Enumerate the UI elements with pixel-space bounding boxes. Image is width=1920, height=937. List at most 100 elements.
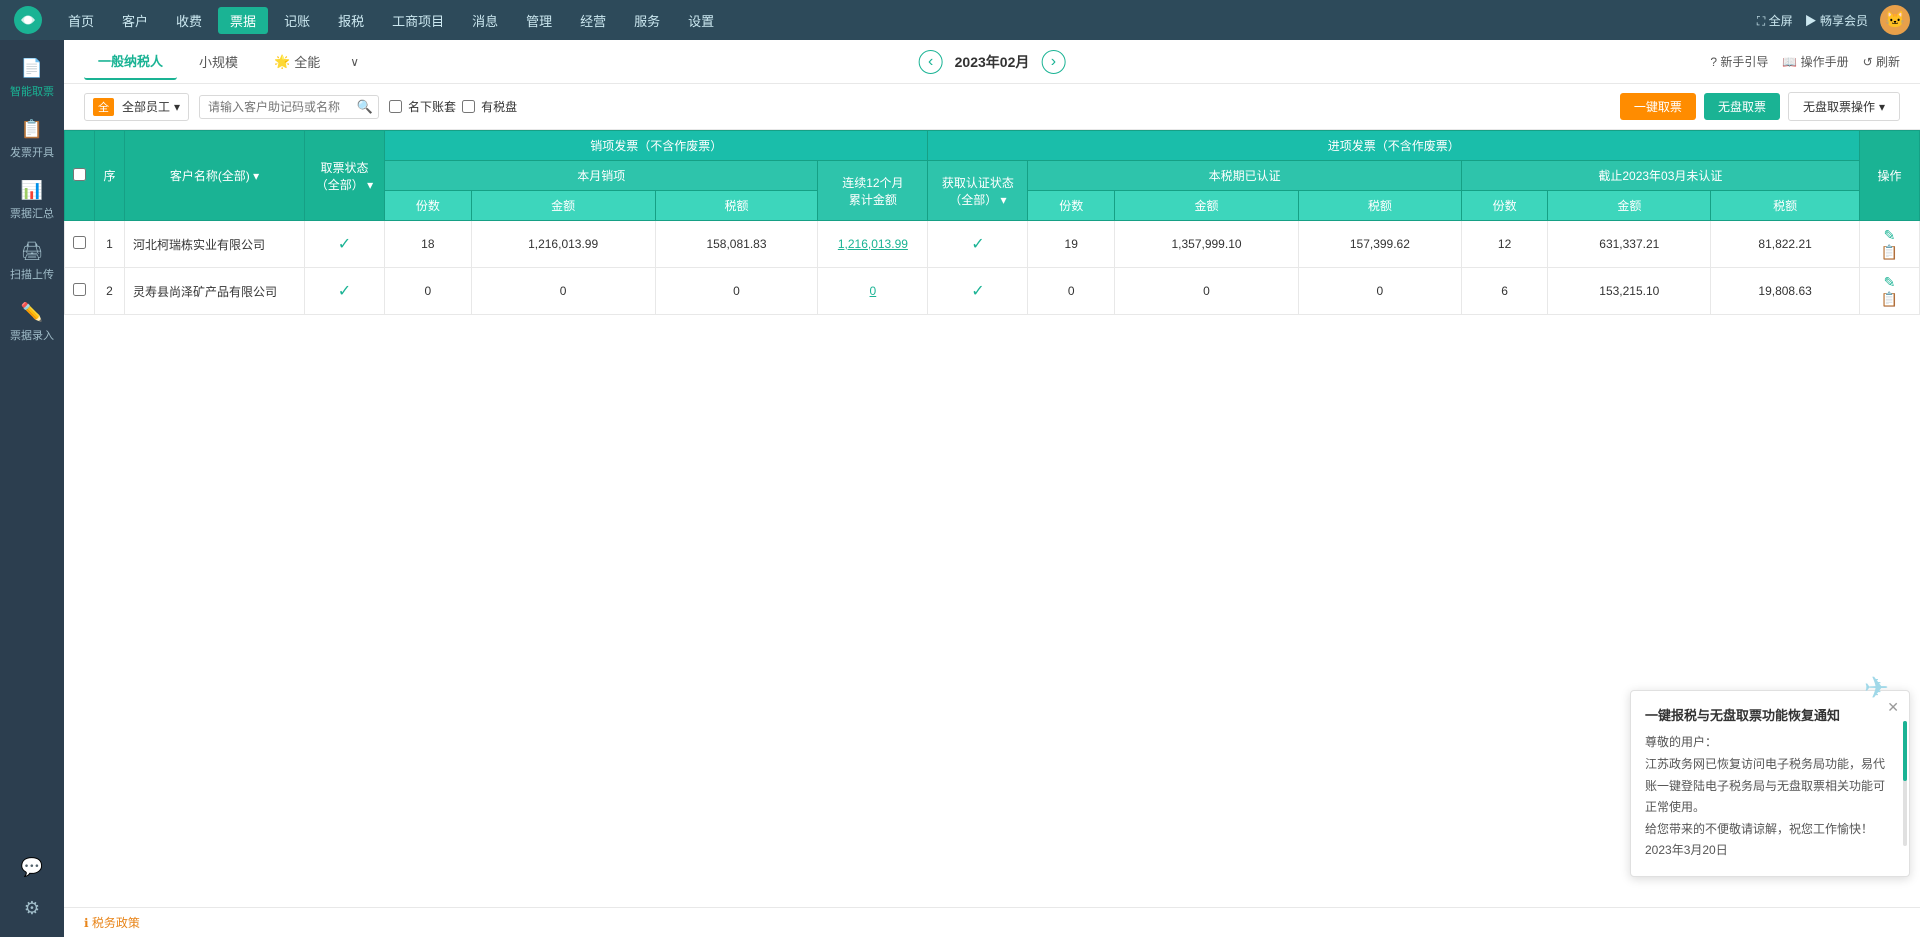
row-unverified-tax-0: 81,822.21 xyxy=(1711,221,1860,268)
nav-invoice[interactable]: 票据 xyxy=(218,7,268,34)
select-all-checkbox[interactable] xyxy=(73,168,86,181)
scan-upload-icon: 🖨 xyxy=(21,241,44,262)
nav-fee[interactable]: 收费 xyxy=(164,7,214,34)
th-purchase-shares: 份数 xyxy=(1028,191,1115,221)
sidebar-label-invoice-open: 发票开具 xyxy=(10,144,54,160)
date-navigation: ‹ 2023年02月 › xyxy=(919,50,1066,74)
row-unverified-shares-0: 12 xyxy=(1461,221,1548,268)
invoice-open-icon: 📋 xyxy=(21,119,43,140)
consecutive-12-link-0[interactable]: 1,216,013.99 xyxy=(838,237,908,251)
customer-search-wrap: 🔍 xyxy=(199,95,379,119)
no-disc-actions-button[interactable]: 无盘取票操作 ▾ xyxy=(1788,92,1900,121)
sidebar-label-smart-fetch: 智能取票 xyxy=(10,83,54,99)
row-sales-amount-0: 1,216,013.99 xyxy=(471,221,655,268)
th-customer-filter-icon[interactable]: ▾ xyxy=(253,169,259,183)
th-purchase-tax: 税额 xyxy=(1298,191,1461,221)
row-consecutive-12-1: 0 xyxy=(818,268,928,315)
row-verify-status-1: ✓ xyxy=(928,268,1028,315)
row-customer-name-0: 河北柯瑞栋实业有限公司 xyxy=(125,221,305,268)
row-select-0[interactable] xyxy=(73,236,86,249)
th-sales-tax: 税额 xyxy=(655,191,818,221)
nav-manage[interactable]: 管理 xyxy=(514,7,564,34)
th-current-month: 本月销项 xyxy=(385,161,818,191)
row-purchase-tax-0: 157,399.62 xyxy=(1298,221,1461,268)
row-sales-tax-0: 158,081.83 xyxy=(655,221,818,268)
sidebar-item-scan-upload[interactable]: 🖨 扫描上传 xyxy=(4,233,60,290)
sidebar-item-smart-fetch[interactable]: 📄 智能取票 xyxy=(4,50,60,107)
nav-service[interactable]: 服务 xyxy=(622,7,672,34)
row-unverified-shares-1: 6 xyxy=(1461,268,1548,315)
nav-home[interactable]: 首页 xyxy=(56,7,106,34)
consecutive-12-link-1[interactable]: 0 xyxy=(870,284,877,298)
refresh-btn[interactable]: ↺ 刷新 xyxy=(1863,53,1900,70)
nav-message[interactable]: 消息 xyxy=(460,7,510,34)
one-key-fetch-button[interactable]: 一键取票 xyxy=(1620,93,1696,120)
date-prev-btn[interactable]: ‹ xyxy=(919,50,943,74)
sidebar-label-invoice-summary: 票据汇总 xyxy=(10,205,54,221)
tax-policy-link[interactable]: 税务政策 xyxy=(92,916,140,930)
th-sales-group: 销项发票（不含作废票） xyxy=(385,131,928,161)
sidebar-item-invoice-entry[interactable]: ✏️ 票据录入 xyxy=(4,294,60,351)
row-purchase-shares-0: 19 xyxy=(1028,221,1115,268)
tab-small-scale[interactable]: 小规模 xyxy=(185,44,252,79)
th-until-march-2023: 截止2023年03月未认证 xyxy=(1461,161,1859,191)
row-unverified-amount-1: 153,215.10 xyxy=(1548,268,1711,315)
nav-operation[interactable]: 经营 xyxy=(568,7,618,34)
row-unverified-tax-1: 19,808.63 xyxy=(1711,268,1860,315)
row-select-1[interactable] xyxy=(73,283,86,296)
nav-settings[interactable]: 设置 xyxy=(676,7,726,34)
th-verify-status-filter-icon[interactable]: ▾ xyxy=(1001,193,1007,207)
notification-close-btn[interactable]: ✕ xyxy=(1887,699,1899,716)
detail-icon-1[interactable]: 📋 xyxy=(1881,291,1898,307)
date-next-btn[interactable]: › xyxy=(1041,50,1065,74)
sidebar-item-invoice-open[interactable]: 📋 发票开具 xyxy=(4,111,60,168)
user-avatar[interactable]: 🐱 xyxy=(1880,5,1910,35)
customer-search-input[interactable] xyxy=(199,95,379,119)
fetch-status-icon-1: ✓ xyxy=(338,283,351,300)
scrollbar-thumb[interactable] xyxy=(1903,721,1907,781)
th-verify-status: 获取认证状态（全部） ▾ xyxy=(928,161,1028,221)
employee-filter: 全 全部员工 ▾ xyxy=(84,93,189,121)
th-no: 序 xyxy=(95,131,125,221)
tab-all-capable-label: 全能 xyxy=(294,52,320,71)
th-purchase-group: 进项发票（不含作废票） xyxy=(928,131,1860,161)
sidebar-item-chat[interactable]: 💬 xyxy=(4,849,60,886)
th-unverified-amount: 金额 xyxy=(1548,191,1711,221)
detail-icon-0[interactable]: 📋 xyxy=(1881,244,1898,260)
employee-select[interactable]: 全 全部员工 ▾ xyxy=(84,93,189,121)
edit-icon-1[interactable]: ✎ xyxy=(1884,274,1896,290)
nav-tax[interactable]: 报税 xyxy=(326,7,376,34)
table-row: 2 灵寿县尚泽矿产品有限公司 ✓ 0 0 0 0 ✓ 0 0 0 6 153,2… xyxy=(65,268,1920,315)
th-sales-shares: 份数 xyxy=(385,191,472,221)
vip-btn[interactable]: ▶ 畅享会员 xyxy=(1805,12,1868,29)
tab-more-btn[interactable]: ∨ xyxy=(342,51,367,73)
row-fetch-status-0: ✓ xyxy=(305,221,385,268)
tab-general-taxpayer[interactable]: 一般纳税人 xyxy=(84,43,177,80)
sidebar-bottom: 💬 ⚙ xyxy=(0,849,64,937)
nav-business[interactable]: 工商项目 xyxy=(380,7,456,34)
nav-menu: 首页 客户 收费 票据 记账 报税 工商项目 消息 管理 经营 服务 设置 xyxy=(56,7,1757,34)
guide-btn[interactable]: ? 新手引导 xyxy=(1710,53,1768,70)
table-body: 1 河北柯瑞栋实业有限公司 ✓ 18 1,216,013.99 158,081.… xyxy=(65,221,1920,315)
edit-icon-0[interactable]: ✎ xyxy=(1884,227,1896,243)
manual-btn[interactable]: 📖 操作手册 xyxy=(1782,53,1848,70)
tab-all-capable[interactable]: 🌟 全能 xyxy=(260,44,334,79)
row-unverified-amount-0: 631,337.21 xyxy=(1548,221,1711,268)
notification-apology: 给您带来的不便敬请谅解，祝您工作愉快！ xyxy=(1645,822,1873,836)
fullscreen-btn[interactable]: ⛶ 全屏 xyxy=(1757,12,1793,29)
nav-client[interactable]: 客户 xyxy=(110,7,160,34)
has-tax-disc-checkbox[interactable] xyxy=(462,100,475,113)
sidebar-item-invoice-summary[interactable]: 📊 票据汇总 xyxy=(4,172,60,229)
sidebar-item-settings[interactable]: ⚙ xyxy=(4,890,60,927)
th-fetch-status-filter-icon[interactable]: ▾ xyxy=(367,178,373,192)
invoice-summary-icon: 📊 xyxy=(21,180,43,201)
notification-date: 2023年3月20日 xyxy=(1645,843,1728,857)
sub-nav-right-actions: ? 新手引导 📖 操作手册 ↺ 刷新 xyxy=(1710,53,1900,70)
row-checkbox-1 xyxy=(65,268,95,315)
under-account-checkbox[interactable] xyxy=(389,100,402,113)
nav-accounting[interactable]: 记账 xyxy=(272,7,322,34)
employee-tag: 全 xyxy=(93,98,114,116)
no-disc-fetch-button[interactable]: 无盘取票 xyxy=(1704,93,1780,120)
notification-decor: ✈ xyxy=(1864,671,1889,706)
search-icon[interactable]: 🔍 xyxy=(357,99,373,115)
